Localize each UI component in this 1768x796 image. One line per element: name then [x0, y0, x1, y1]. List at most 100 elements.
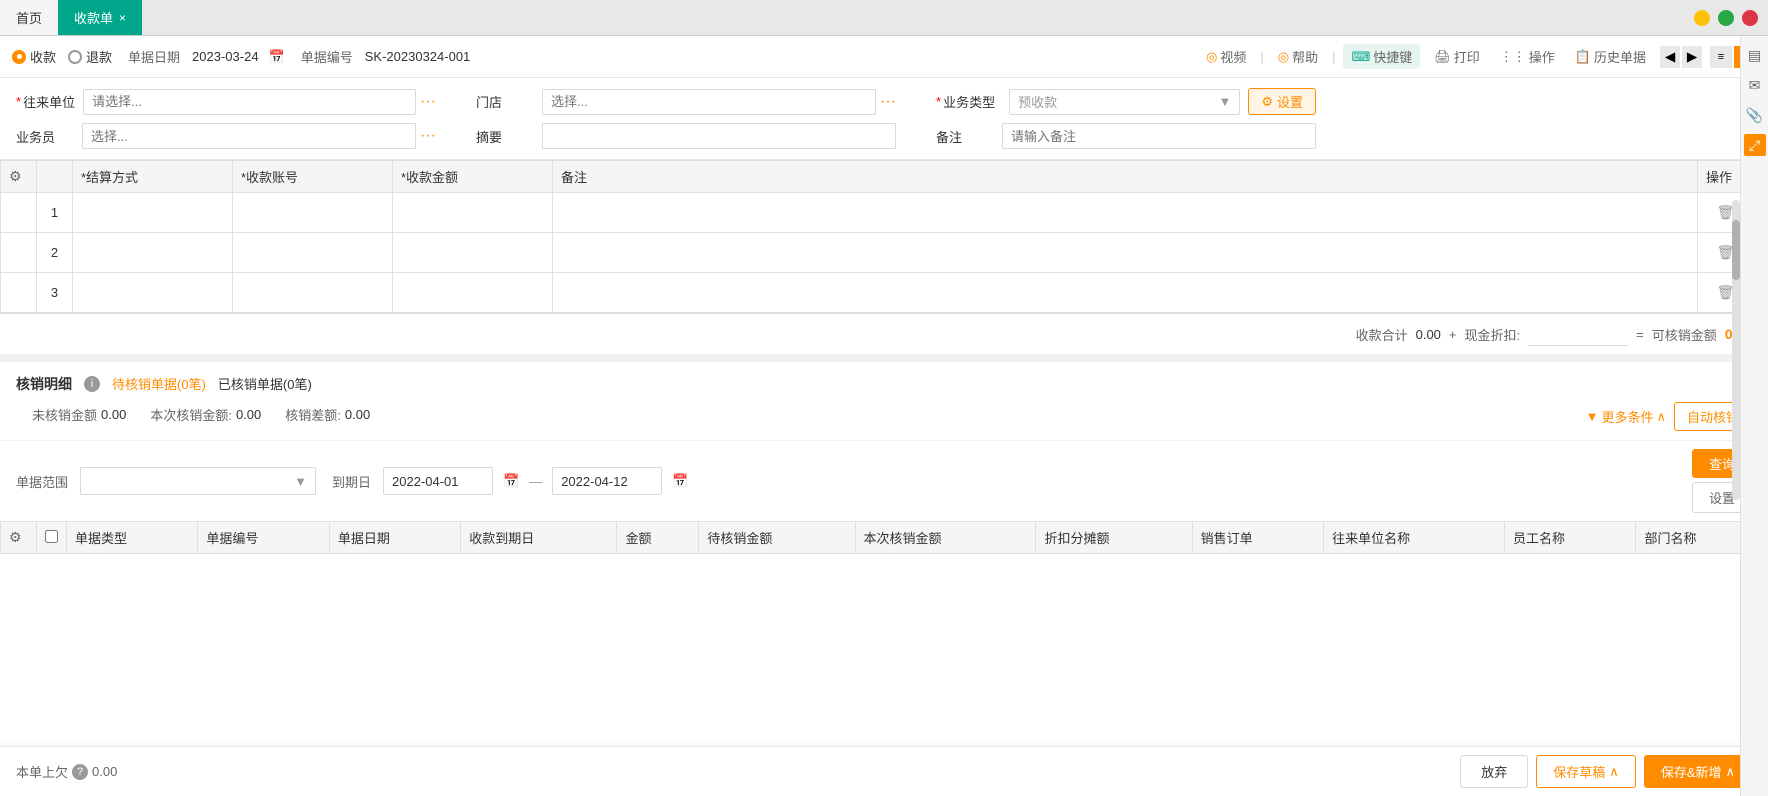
view-list[interactable]: ≡ — [1710, 46, 1732, 68]
more-filter-button[interactable]: ▼ 更多条件 ∧ — [1586, 407, 1666, 426]
staff-input[interactable] — [82, 123, 416, 149]
verify-header: 核销明细 i 待核销单据(0笔) 已核销单据(0笔) — [0, 362, 1768, 401]
video-button[interactable]: ◎ 视频 — [1200, 45, 1252, 68]
range-select[interactable]: ▼ — [80, 467, 316, 495]
shortcut-button[interactable]: ⌨ 快捷键 — [1343, 44, 1420, 69]
row1-account[interactable] — [233, 193, 393, 233]
row2-amount[interactable] — [393, 233, 553, 273]
save-new-label: 保存&新增 — [1661, 762, 1722, 781]
history-icon: 📋 — [1575, 49, 1591, 65]
shop-input[interactable] — [542, 89, 876, 115]
row3-remark[interactable] — [553, 273, 1698, 313]
verify-info-icon[interactable]: i — [84, 376, 100, 392]
ops-label: 操作 — [1529, 47, 1555, 66]
row1-remark[interactable] — [553, 193, 1698, 233]
partner-field: * 往来单位 ··· — [16, 89, 436, 115]
help-button[interactable]: ◎ 帮助 — [1272, 45, 1324, 68]
ops-button[interactable]: ⋮⋮ 操作 — [1494, 45, 1561, 68]
equals-sign: = — [1636, 327, 1644, 342]
help-icon: ◎ — [1278, 49, 1289, 65]
verify-pending-tab[interactable]: 待核销单据(0笔) — [112, 372, 206, 395]
discount-input[interactable] — [1528, 322, 1628, 346]
radio-refund[interactable]: 退款 — [68, 47, 112, 66]
calendar-icon[interactable]: 📅 — [269, 49, 285, 65]
radio-refund-label: 退款 — [86, 47, 112, 66]
biz-field: * 业务类型 预收款 ▼ ⚙ 设置 — [936, 88, 1316, 115]
date-calendar-to[interactable]: 📅 — [672, 473, 688, 489]
sidebar-expand-icon[interactable]: ⤢ — [1744, 134, 1766, 156]
row2-account[interactable] — [233, 233, 393, 273]
row3-amount[interactable] — [393, 273, 553, 313]
summary-field: 摘要 — [476, 123, 896, 149]
select-all-checkbox[interactable] — [45, 530, 58, 543]
table-row: 1 🗑 ⧉ — [1, 193, 1768, 233]
save-draft-button[interactable]: 保存草稿 ∧ — [1536, 755, 1636, 788]
partner-input[interactable] — [83, 89, 416, 115]
row2-settings — [1, 233, 37, 273]
date-from-input[interactable]: 2022-04-01 — [383, 467, 493, 495]
verify-title: 核销明细 — [16, 374, 72, 394]
radio-receive[interactable]: 收款 — [12, 47, 56, 66]
btcol-staff: 员工名称 — [1505, 522, 1636, 554]
tab-close-icon[interactable]: × — [119, 11, 126, 25]
form-section: * 往来单位 ··· 门店 ··· * 业务类型 预收款 ▼ ⚙ — [0, 78, 1768, 160]
settings-label: 设置 — [1277, 92, 1303, 111]
remark-input[interactable] — [1002, 123, 1316, 149]
btcol-current: 本次核销金额 — [855, 522, 1036, 554]
sidebar-clip-icon[interactable]: 📎 — [1744, 104, 1766, 126]
print-button[interactable]: 🖨 打印 — [1428, 45, 1486, 68]
unchecked-label: 未核销金额 — [32, 405, 97, 424]
table-row: 2 🗑 ⧉ — [1, 233, 1768, 273]
row3-account[interactable] — [233, 273, 393, 313]
bottom-settings-icon[interactable]: ⚙ — [9, 529, 22, 545]
abandon-button[interactable]: 放弃 — [1460, 755, 1528, 788]
unchecked-value: 0.00 — [101, 407, 126, 422]
scrollbar[interactable] — [1732, 200, 1740, 500]
btcol-settings: ⚙ — [1, 522, 37, 554]
diff-label: 核销差额: — [285, 405, 341, 424]
verify-done-tab[interactable]: 已核销单据(0笔) — [218, 374, 312, 393]
tab-home[interactable]: 首页 — [0, 0, 58, 35]
bottom-info-icon[interactable]: ? — [72, 764, 88, 780]
bottom-table-section: ⚙ 单据类型 单据编号 单据日期 收款到期日 金额 待核销金额 本次核销金额 折… — [0, 521, 1768, 554]
filter-arrow: ∧ — [1656, 409, 1666, 425]
btcol-type: 单据类型 — [67, 522, 198, 554]
nav-next[interactable]: ▶ — [1682, 46, 1702, 68]
form-row-1: * 往来单位 ··· 门店 ··· * 业务类型 预收款 ▼ ⚙ — [16, 88, 1752, 115]
row3-settle[interactable] — [73, 273, 233, 313]
settings-button[interactable]: ⚙ 设置 — [1248, 88, 1316, 115]
tab-bar: 首页 收款单 × — [0, 0, 1768, 36]
range-arrow: ▼ — [294, 474, 307, 489]
date-calendar-from[interactable]: 📅 — [503, 473, 519, 489]
nav-prev[interactable]: ◀ — [1660, 46, 1680, 68]
row1-amount[interactable] — [393, 193, 553, 233]
biz-required: * — [936, 94, 941, 109]
scrollbar-thumb[interactable] — [1732, 220, 1740, 280]
plus-sign: + — [1449, 327, 1457, 342]
biz-dropdown[interactable]: 预收款 ▼ — [1009, 89, 1240, 115]
tab-active[interactable]: 收款单 × — [58, 0, 142, 35]
staff-more-icon[interactable]: ··· — [420, 127, 436, 145]
radio-receive-label: 收款 — [30, 47, 56, 66]
nav-arrows: ◀ ▶ — [1660, 46, 1702, 68]
shop-more-icon[interactable]: ··· — [880, 93, 896, 111]
total-label: 收款合计 — [1356, 325, 1408, 344]
minimize-button[interactable] — [1694, 10, 1710, 26]
maximize-button[interactable] — [1718, 10, 1734, 26]
close-button[interactable] — [1742, 10, 1758, 26]
table-settings-icon[interactable]: ⚙ — [9, 168, 22, 184]
save-new-button[interactable]: 保存&新增 ∧ — [1644, 755, 1752, 788]
partner-more-icon[interactable]: ··· — [420, 93, 436, 111]
date-to-input[interactable]: 2022-04-12 — [552, 467, 662, 495]
row2-remark[interactable] — [553, 233, 1698, 273]
sidebar-email-icon[interactable]: ✉ — [1744, 74, 1766, 96]
table-body: 1 🗑 ⧉ 2 — [1, 193, 1768, 313]
sidebar-table-icon[interactable]: ▤ — [1744, 44, 1766, 66]
tab-home-label: 首页 — [16, 8, 42, 27]
row2-settle[interactable] — [73, 233, 233, 273]
col-settle-header: *结算方式 — [73, 161, 233, 193]
bottom-table: ⚙ 单据类型 单据编号 单据日期 收款到期日 金额 待核销金额 本次核销金额 折… — [0, 521, 1768, 554]
row1-settle[interactable] — [73, 193, 233, 233]
summary-input[interactable] — [542, 123, 896, 149]
history-button[interactable]: 📋 历史单据 — [1569, 45, 1652, 68]
